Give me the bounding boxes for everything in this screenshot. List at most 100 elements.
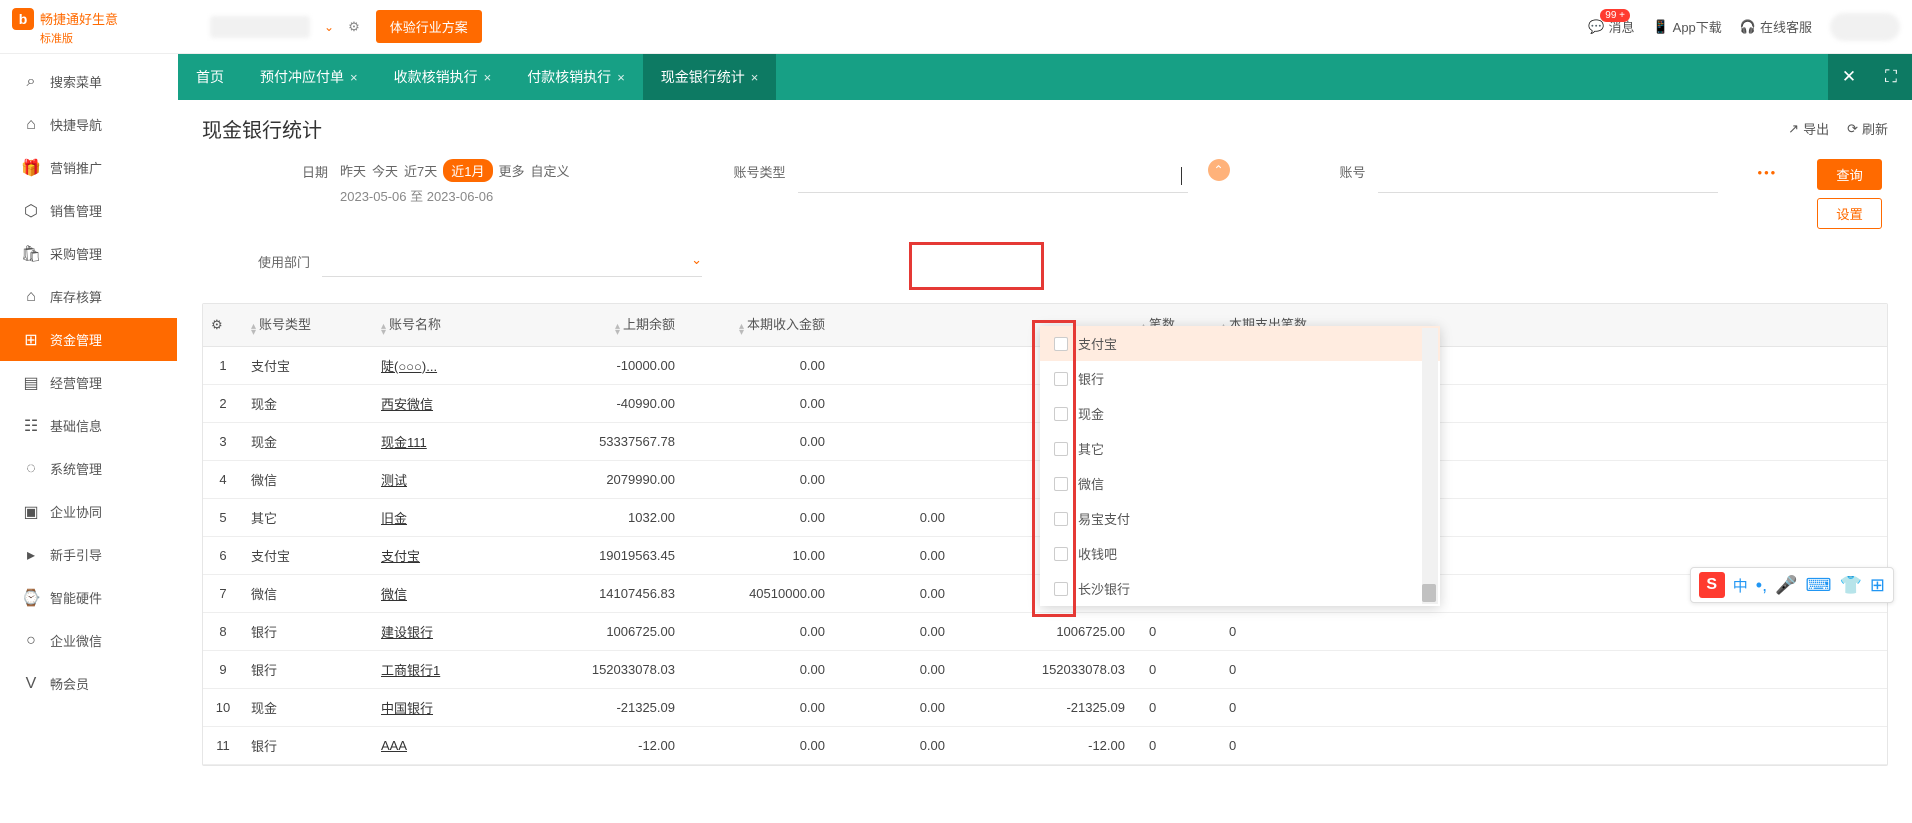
ime-keyboard-icon[interactable]: ⌨ [1806, 575, 1832, 596]
checkbox-icon[interactable] [1054, 547, 1068, 561]
col-header-5[interactable] [833, 304, 953, 347]
dept-select[interactable]: ⌄ [322, 243, 702, 277]
sidebar-item-10[interactable]: ▣企业协同 [0, 490, 177, 533]
settings-button[interactable]: 设置 [1817, 198, 1882, 229]
dropdown-option-4[interactable]: 微信 [1040, 466, 1440, 501]
tab-close-icon[interactable]: × [350, 70, 358, 85]
date-option-5[interactable]: 自定义 [531, 161, 570, 180]
checkbox-icon[interactable] [1054, 372, 1068, 386]
ime-lang[interactable]: 中 [1733, 575, 1748, 596]
collapse-filters-button[interactable]: ⌃ [1208, 159, 1230, 181]
sidebar-item-7[interactable]: ▤经营管理 [0, 361, 177, 404]
checkbox-icon[interactable] [1054, 337, 1068, 351]
dropdown-option-0[interactable]: 支付宝 [1040, 326, 1440, 361]
col-header-4[interactable]: ▴▾本期收入金额 [683, 304, 833, 347]
tab-close-icon[interactable]: × [484, 70, 492, 85]
tab-1[interactable]: 预付冲应付单× [242, 54, 376, 100]
tab-0[interactable]: 首页 [178, 54, 242, 100]
online-service-button[interactable]: 🎧 在线客服 [1740, 17, 1812, 36]
dropdown-option-6[interactable]: 收钱吧 [1040, 536, 1440, 571]
checkbox-icon[interactable] [1054, 477, 1068, 491]
dropdown-option-5[interactable]: 易宝支付 [1040, 501, 1440, 536]
col-header-1[interactable]: ▴▾账号类型 [243, 304, 373, 347]
refresh-button[interactable]: ⟳刷新 [1847, 119, 1888, 138]
checkbox-icon[interactable] [1054, 442, 1068, 456]
account-name-link[interactable]: 陡(○○○)... [381, 359, 437, 374]
account-name-link[interactable]: 建设银行 [381, 625, 433, 640]
sidebar-item-9[interactable]: ◌系统管理 [0, 447, 177, 490]
tab-4[interactable]: 现金银行统计× [643, 54, 777, 100]
more-filters-button[interactable]: ••• [1758, 159, 1778, 180]
col-header-0[interactable]: ⚙ [203, 304, 243, 347]
messages-button[interactable]: 💬 消息 99 + [1588, 17, 1634, 36]
account-name-link[interactable]: AAA [381, 738, 407, 753]
dropdown-option-3[interactable]: 其它 [1040, 431, 1440, 466]
sidebar-item-5[interactable]: ⌂库存核算 [0, 275, 177, 318]
sidebar-item-8[interactable]: ☷基础信息 [0, 404, 177, 447]
cell-income: 0.00 [683, 385, 833, 423]
dropdown-option-2[interactable]: 现金 [1040, 396, 1440, 431]
close-all-tabs-button[interactable]: ✕ [1828, 54, 1870, 100]
account-label: 账号 [1310, 159, 1366, 181]
account-type-input[interactable] [798, 159, 1188, 193]
logo-text: 畅捷通好生意 [40, 9, 118, 28]
account-input[interactable] [1378, 159, 1718, 193]
tab-2[interactable]: 收款核销执行× [376, 54, 510, 100]
tab-close-icon[interactable]: × [751, 70, 759, 85]
app-download-button[interactable]: 📱 App下载 [1652, 17, 1721, 36]
sidebar-item-1[interactable]: ⌂快捷导航 [0, 103, 177, 146]
ime-punct-icon[interactable]: •, [1756, 575, 1767, 596]
tab-close-icon[interactable]: × [617, 70, 625, 85]
sort-icon[interactable]: ▴▾ [381, 324, 386, 336]
date-option-3[interactable]: 近1月 [443, 159, 492, 182]
date-option-1[interactable]: 今天 [372, 161, 398, 180]
sidebar-item-11[interactable]: ▸新手引导 [0, 533, 177, 576]
sogou-logo-icon[interactable]: S [1699, 572, 1725, 598]
query-button[interactable]: 查询 [1817, 159, 1882, 190]
org-selector[interactable]: ⌄ ⚙ 体验行业方案 [210, 10, 482, 43]
user-avatar-blurred[interactable] [1830, 13, 1900, 41]
ime-skin-icon[interactable]: 👕 [1839, 575, 1861, 596]
account-name-link[interactable]: 西安微信 [381, 397, 433, 412]
col-header-2[interactable]: ▴▾账号名称 [373, 304, 533, 347]
dropdown-option-7[interactable]: 长沙银行 [1040, 571, 1440, 606]
sort-icon[interactable]: ▴▾ [615, 324, 620, 336]
try-industry-button[interactable]: 体验行业方案 [376, 10, 482, 43]
fullscreen-button[interactable]: ⛶ [1870, 54, 1912, 100]
sidebar-item-3[interactable]: ⬡销售管理 [0, 189, 177, 232]
dropdown-option-1[interactable]: 银行 [1040, 361, 1440, 396]
account-name-link[interactable]: 中国银行 [381, 701, 433, 716]
sidebar-item-4[interactable]: 🛍采购管理 [0, 232, 177, 275]
account-name-link[interactable]: 工商银行1 [381, 663, 440, 678]
sidebar-item-6[interactable]: ⊞资金管理 [0, 318, 177, 361]
date-option-0[interactable]: 昨天 [340, 161, 366, 180]
checkbox-icon[interactable] [1054, 512, 1068, 526]
cell-prev: -12.00 [533, 727, 683, 765]
sidebar-item-14[interactable]: V畅会员 [0, 662, 177, 705]
sidebar-item-0[interactable]: ⌕搜索菜单 [0, 60, 177, 103]
col-header-3[interactable]: ▴▾上期余额 [533, 304, 683, 347]
table-gear-icon[interactable]: ⚙ [211, 317, 223, 332]
date-option-4[interactable]: 更多 [499, 161, 525, 180]
cell-type: 微信 [243, 575, 373, 613]
gear-icon[interactable]: ⚙ [348, 19, 360, 35]
sidebar-item-13[interactable]: ○企业微信 [0, 619, 177, 662]
account-name-link[interactable]: 现金111 [381, 435, 427, 450]
ime-mic-icon[interactable]: 🎤 [1775, 575, 1797, 596]
account-name-link[interactable]: 微信 [381, 587, 407, 602]
date-option-2[interactable]: 近7天 [404, 161, 437, 180]
ime-toolbox-icon[interactable]: ⊞ [1870, 575, 1885, 596]
sidebar-item-2[interactable]: 🎁营销推广 [0, 146, 177, 189]
tab-3[interactable]: 付款核销执行× [509, 54, 643, 100]
export-button[interactable]: ↗导出 [1788, 119, 1829, 138]
account-name-link[interactable]: 旧金 [381, 511, 407, 526]
sort-icon[interactable]: ▴▾ [739, 324, 744, 336]
dropdown-scrollbar[interactable] [1422, 328, 1438, 604]
sort-icon[interactable]: ▴▾ [251, 324, 256, 336]
account-name-link[interactable]: 支付宝 [381, 549, 420, 564]
account-name-link[interactable]: 测试 [381, 473, 407, 488]
checkbox-icon[interactable] [1054, 407, 1068, 421]
checkbox-icon[interactable] [1054, 582, 1068, 596]
sidebar-item-12[interactable]: ⌚智能硬件 [0, 576, 177, 619]
scrollbar-thumb[interactable] [1422, 584, 1436, 602]
